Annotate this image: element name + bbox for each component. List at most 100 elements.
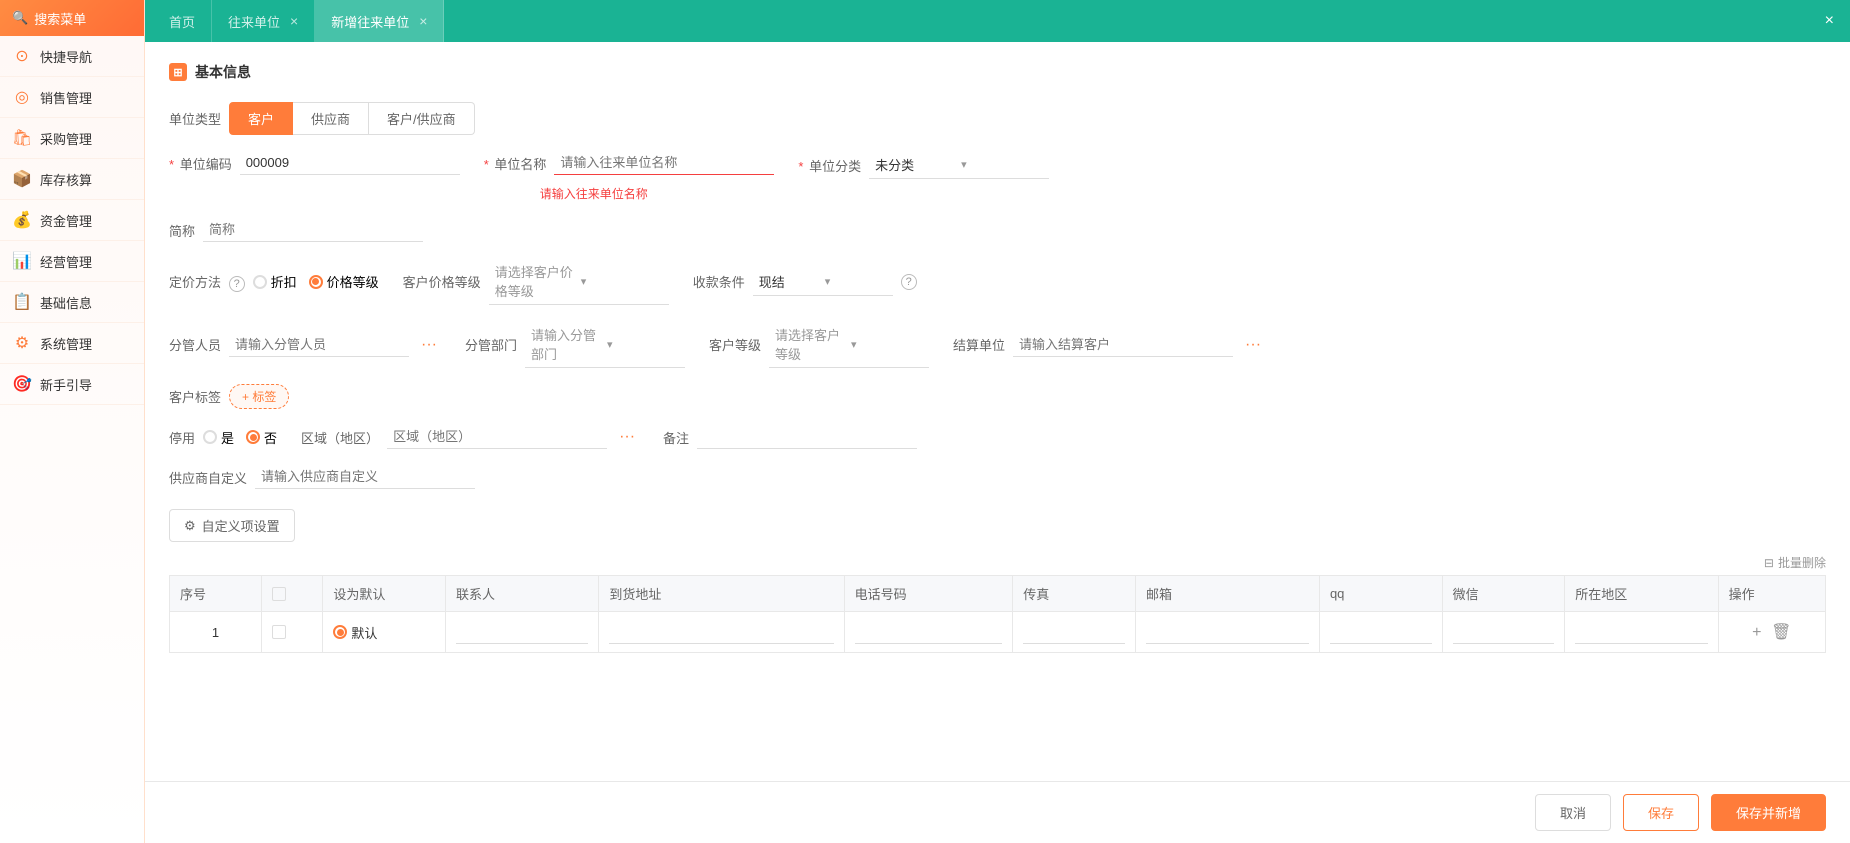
sidebar-item-inventory[interactable]: 📦 库存核算 bbox=[0, 159, 144, 200]
payment-terms-select[interactable]: 现结 ▾ bbox=[753, 268, 893, 296]
sidebar-item-label: 快捷导航 bbox=[40, 47, 92, 66]
row-region-input[interactable] bbox=[1575, 620, 1707, 644]
row-wechat[interactable] bbox=[1442, 612, 1565, 653]
unit-category-label: * 单位分类 bbox=[798, 156, 861, 175]
sidebar-item-system[interactable]: ⚙ 系统管理 bbox=[0, 323, 144, 364]
row-contact[interactable] bbox=[445, 612, 598, 653]
customer-level-select[interactable]: 请选择客户等级 ▾ bbox=[769, 321, 929, 368]
customer-level-label: 客户等级 bbox=[709, 335, 761, 354]
row-qq-input[interactable] bbox=[1330, 620, 1432, 644]
settlement-unit-more-btn[interactable]: ··· bbox=[1241, 336, 1265, 354]
row-delete-btn[interactable]: 🗑 bbox=[1768, 622, 1794, 642]
pricing-level-option[interactable]: 价格等级 bbox=[309, 272, 379, 291]
col-action-header: 操作 bbox=[1718, 576, 1825, 612]
tab-bar-close[interactable]: × bbox=[1817, 12, 1842, 30]
disabled-label: 停用 bbox=[169, 428, 195, 447]
row-phone-input[interactable] bbox=[855, 620, 1003, 644]
purchase-icon: 🛍 bbox=[12, 128, 32, 148]
department-select[interactable]: 请输入分管部门 ▾ bbox=[525, 321, 685, 368]
pricing-help-icon[interactable]: ? bbox=[229, 276, 245, 292]
tab-partners-close[interactable]: × bbox=[290, 13, 298, 29]
save-button[interactable]: 保存 bbox=[1623, 794, 1699, 831]
select-all-checkbox[interactable] bbox=[272, 587, 286, 601]
save-and-new-button[interactable]: 保存并新增 bbox=[1711, 794, 1826, 831]
sidebar-item-finance[interactable]: 💰 资金管理 bbox=[0, 200, 144, 241]
department-field: 分管部门 请输入分管部门 ▾ bbox=[465, 321, 685, 368]
short-name-input[interactable] bbox=[203, 218, 423, 242]
search-menu-item[interactable]: 🔍 搜索菜单 bbox=[0, 0, 144, 36]
sidebar-item-purchase[interactable]: 🛍 采购管理 bbox=[0, 118, 144, 159]
settlement-unit-input[interactable] bbox=[1013, 333, 1233, 357]
manager-input[interactable] bbox=[229, 333, 409, 357]
row-qq[interactable] bbox=[1319, 612, 1442, 653]
payment-terms-value: 现结 bbox=[759, 272, 821, 291]
disabled-yes-label: 是 bbox=[221, 428, 234, 447]
row-wechat-input[interactable] bbox=[1453, 620, 1555, 644]
search-menu-label: 搜索菜单 bbox=[34, 9, 86, 28]
sidebar-item-operations[interactable]: 📊 经营管理 bbox=[0, 241, 144, 282]
sidebar-item-new-user[interactable]: 🎯 新手引导 bbox=[0, 364, 144, 405]
pricing-level-radio bbox=[309, 275, 323, 289]
row-add-btn[interactable]: + bbox=[1749, 624, 1764, 642]
row-address[interactable] bbox=[599, 612, 844, 653]
supplier-custom-input[interactable] bbox=[255, 465, 475, 489]
table-row: 1 默认 bbox=[170, 612, 1826, 653]
unit-name-input[interactable] bbox=[554, 151, 774, 175]
row-contact-input[interactable] bbox=[456, 620, 588, 644]
tab-new-partner[interactable]: 新增往来单位 × bbox=[315, 0, 444, 42]
sales-icon: ◎ bbox=[12, 87, 32, 107]
custom-settings-button[interactable]: ⚙ 自定义项设置 bbox=[169, 509, 295, 542]
customer-level-field: 客户等级 请选择客户等级 ▾ bbox=[709, 321, 929, 368]
row-default-radio-item[interactable]: 默认 bbox=[333, 623, 435, 642]
region-label: 区域（地区） bbox=[301, 428, 379, 447]
sidebar-item-label: 基础信息 bbox=[40, 293, 92, 312]
unit-type-customer-btn[interactable]: 客户 bbox=[229, 102, 293, 135]
sidebar-item-basic-info[interactable]: 📋 基础信息 bbox=[0, 282, 144, 323]
region-input[interactable] bbox=[387, 425, 607, 449]
row-email[interactable] bbox=[1135, 612, 1319, 653]
row-address-input[interactable] bbox=[609, 620, 833, 644]
unit-category-select[interactable]: 未分类 ▾ bbox=[869, 151, 1049, 179]
customer-price-level-select[interactable]: 请选择客户价格等级 ▾ bbox=[489, 258, 669, 305]
section-icon: ⊞ bbox=[169, 63, 187, 81]
sidebar-item-label: 经营管理 bbox=[40, 252, 92, 271]
row-checkbox[interactable] bbox=[272, 625, 286, 639]
disabled-yes-radio bbox=[203, 430, 217, 444]
pricing-discount-option[interactable]: 折扣 bbox=[253, 272, 297, 291]
sidebar-item-label: 销售管理 bbox=[40, 88, 92, 107]
row-phone[interactable] bbox=[844, 612, 1013, 653]
disabled-yes-option[interactable]: 是 bbox=[203, 428, 234, 447]
tab-home[interactable]: 首页 bbox=[153, 0, 212, 42]
row-fax[interactable] bbox=[1013, 612, 1136, 653]
batch-delete-area[interactable]: ⊟ 批量删除 bbox=[169, 554, 1826, 571]
add-tag-button[interactable]: + 标签 bbox=[229, 384, 289, 409]
region-more-btn[interactable]: ··· bbox=[615, 428, 639, 446]
unit-name-label: * 单位名称 bbox=[484, 154, 547, 173]
sidebar-item-sales[interactable]: ◎ 销售管理 bbox=[0, 77, 144, 118]
unit-code-label: * 单位编码 bbox=[169, 154, 232, 173]
manager-more-btn[interactable]: ··· bbox=[417, 336, 441, 354]
sidebar-item-quick-nav[interactable]: ⊙ 快捷导航 bbox=[0, 36, 144, 77]
row-num: 1 bbox=[170, 612, 262, 653]
col-region-header: 所在地区 bbox=[1565, 576, 1718, 612]
customer-price-level-label: 客户价格等级 bbox=[403, 272, 481, 291]
unit-code-input[interactable] bbox=[240, 151, 460, 175]
row-region[interactable] bbox=[1565, 612, 1718, 653]
row-default-radio bbox=[333, 625, 347, 639]
disabled-no-option[interactable]: 否 bbox=[246, 428, 277, 447]
disabled-field: 停用 是 否 bbox=[169, 428, 277, 447]
unit-type-both-btn[interactable]: 客户/供应商 bbox=[369, 102, 475, 135]
system-icon: ⚙ bbox=[12, 333, 32, 353]
unit-type-supplier-btn[interactable]: 供应商 bbox=[293, 102, 369, 135]
remark-input[interactable] bbox=[697, 425, 917, 449]
basic-info-icon: 📋 bbox=[12, 292, 32, 312]
row-fax-input[interactable] bbox=[1023, 620, 1125, 644]
row-email-input[interactable] bbox=[1146, 620, 1309, 644]
settlement-unit-label: 结算单位 bbox=[953, 335, 1005, 354]
tab-partners[interactable]: 往来单位 × bbox=[212, 0, 315, 42]
table-header-row: 序号 设为默认 联系人 到货地址 电话号码 bbox=[170, 576, 1826, 612]
chevron-down-icon: ▾ bbox=[851, 338, 923, 351]
tab-new-partner-close[interactable]: × bbox=[419, 13, 427, 29]
cancel-button[interactable]: 取消 bbox=[1535, 794, 1611, 831]
payment-terms-help-icon[interactable]: ? bbox=[901, 274, 917, 290]
